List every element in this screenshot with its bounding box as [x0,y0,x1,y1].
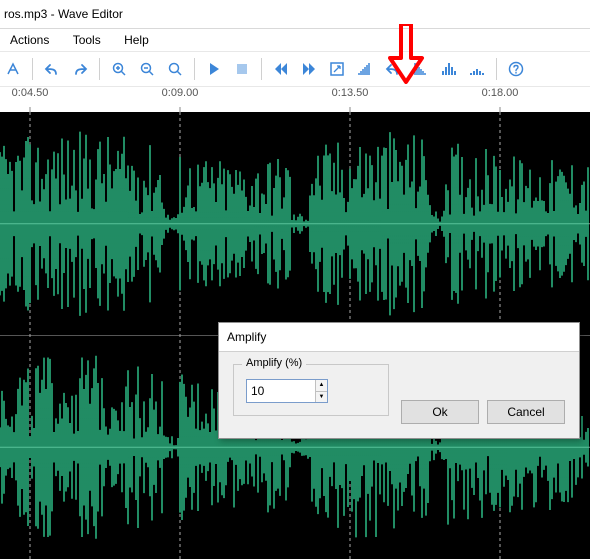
cancel-button[interactable]: Cancel [487,400,565,424]
menu-actions[interactable]: Actions [0,29,59,51]
menubar: Actions Tools Help [0,29,590,51]
window-title: ros.mp3 - Wave Editor [4,7,123,21]
toolbar-separator [261,58,262,80]
fade-in-icon[interactable] [352,56,378,82]
toolbar-separator [496,58,497,80]
ruler-tick: 0:04.50 [12,87,49,99]
reduce-icon[interactable] [464,56,490,82]
toolbar [0,51,590,87]
menu-help[interactable]: Help [114,29,159,51]
dialog-title: Amplify [219,323,579,352]
zoom-fit-icon[interactable] [162,56,188,82]
ruler-tick: 0:18.00 [482,87,519,99]
amplify-icon[interactable] [436,56,462,82]
fast-forward-icon[interactable] [296,56,322,82]
zoom-in-icon[interactable] [106,56,132,82]
spinner[interactable]: ▲ ▼ [315,380,327,402]
undo-b-icon[interactable] [380,56,406,82]
spinner-down-icon[interactable]: ▼ [316,392,327,403]
play-icon[interactable] [201,56,227,82]
redo-icon[interactable] [67,56,93,82]
stop-icon[interactable] [229,56,255,82]
amplify-value-field[interactable] [247,380,315,402]
amplify-value-input[interactable]: ▲ ▼ [246,379,328,403]
spinner-up-icon[interactable]: ▲ [316,380,327,392]
zoom-out-icon[interactable] [134,56,160,82]
unknown-icon[interactable] [0,56,26,82]
rewind-icon[interactable] [268,56,294,82]
help-icon[interactable] [503,56,529,82]
ruler-tick: 0:13.50 [332,87,369,99]
loop-region-icon[interactable] [324,56,350,82]
amplify-fieldset: Amplify (%) ▲ ▼ [233,364,389,416]
undo-icon[interactable] [39,56,65,82]
amplify-field-label: Amplify (%) [242,357,306,369]
toolbar-separator [32,58,33,80]
toolbar-separator [194,58,195,80]
menu-tools[interactable]: Tools [63,29,111,51]
amplify-dialog: Amplify Amplify (%) ▲ ▼ Ok Cancel [218,322,580,439]
ruler-tick: 0:09.00 [162,87,199,99]
fade-out-icon[interactable] [408,56,434,82]
window-titlebar: ros.mp3 - Wave Editor [0,0,590,29]
ok-button[interactable]: Ok [401,400,479,424]
time-ruler[interactable]: 0:04.50 0:09.00 0:13.50 0:18.00 [0,87,590,114]
toolbar-separator [99,58,100,80]
